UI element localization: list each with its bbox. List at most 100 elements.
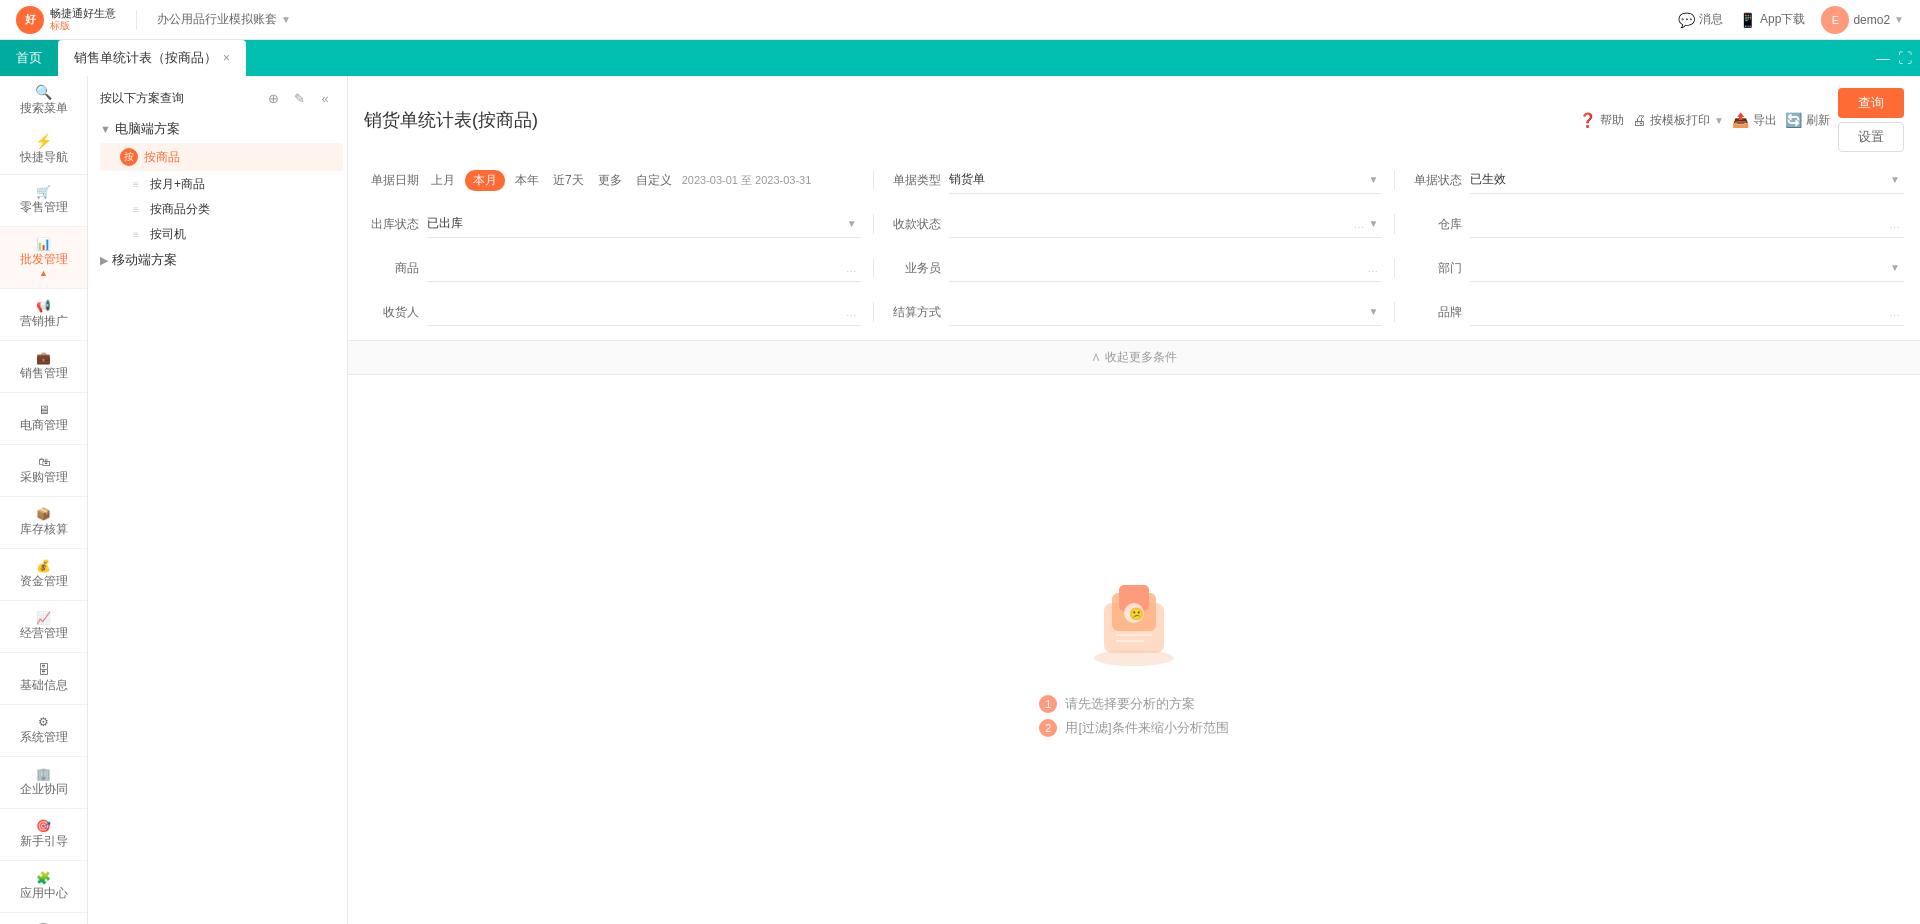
newbie-icon: 🎯 <box>4 819 83 833</box>
settlement-chevron-icon: ▼ <box>1368 306 1378 317</box>
main-layout: 🔍 搜索菜单 ⚡ 快捷导航 🛒 零售管理 📊 批发管理 ▲ 📢 营销推广 💼 销… <box>0 76 1920 924</box>
settings-button[interactable]: 设置 <box>1838 122 1904 152</box>
user-menu[interactable]: E demo2 ▼ <box>1821 6 1904 34</box>
brand-selector[interactable]: … <box>1470 298 1904 326</box>
collapse-conditions-button[interactable]: ∧ 收起更多条件 <box>348 341 1920 375</box>
filter-dept: 部门 ▼ <box>1407 252 1904 284</box>
industry-selector[interactable]: 办公用品行业模拟账套 ▼ <box>157 11 291 28</box>
receipt-selector[interactable]: … ▼ <box>949 210 1383 238</box>
salesman-selector[interactable]: … <box>949 254 1383 282</box>
product-label: 商品 <box>364 260 419 277</box>
sidebar-item-sales[interactable]: 💼 销售管理 <box>0 341 87 393</box>
recipient-more-icon: … <box>846 306 857 318</box>
divider <box>1394 170 1395 190</box>
sidebar-item-ecommerce[interactable]: 🖥 电商管理 <box>0 393 87 445</box>
tab-minimize-icon[interactable]: — <box>1876 50 1890 66</box>
help-icon: ❓ <box>1579 112 1596 128</box>
divider <box>873 302 874 322</box>
top-bar-left: 好 畅捷通好生意 标版 办公用品行业模拟账套 ▼ <box>16 6 291 34</box>
sidebar-item-purchase[interactable]: 🛍 采购管理 <box>0 445 87 497</box>
scheme-by-category[interactable]: ≡ 按商品分类 <box>96 197 347 222</box>
tab-close-icon[interactable]: × <box>223 51 230 65</box>
collapse-panel-button[interactable]: « <box>315 88 335 108</box>
sidebar-item-newbie[interactable]: 🎯 新手引导 <box>0 809 87 861</box>
stock-out-chevron-icon: ▼ <box>847 218 857 229</box>
sidebar-item-retail[interactable]: 🛒 零售管理 <box>0 175 87 227</box>
salesman-more-icon: … <box>1367 262 1378 274</box>
salesman-label: 业务员 <box>886 260 941 277</box>
sidebar-item-apps[interactable]: 🧩 应用中心 <box>0 861 87 913</box>
sidebar-item-wholesale[interactable]: 📊 批发管理 ▲ <box>0 227 87 289</box>
tip-num-1: 1 <box>1039 695 1057 713</box>
date-more[interactable]: 更多 <box>594 170 626 191</box>
stock-out-selector[interactable]: 已出库 ▼ <box>427 210 861 238</box>
date-this-month[interactable]: 本月 <box>465 170 505 191</box>
system-icon: ⚙ <box>4 715 83 729</box>
mobile-scheme-header[interactable]: ▶ 移动端方案 <box>88 247 347 273</box>
sidebar-item-wechat[interactable]: 💬 企业微信 <box>0 913 87 924</box>
scheme-by-month-product[interactable]: ≡ 按月+商品 <box>96 172 347 197</box>
base-icon: 🗄 <box>4 663 83 677</box>
refresh-button[interactable]: 🔄 刷新 <box>1785 112 1830 129</box>
sidebar-item-operations[interactable]: 📈 经营管理 <box>0 601 87 653</box>
operations-icon: 📈 <box>4 611 83 625</box>
sidebar-item-inventory[interactable]: 📦 库存核算 <box>0 497 87 549</box>
finance-icon: 💰 <box>4 559 83 573</box>
date-this-year[interactable]: 本年 <box>511 170 543 191</box>
type-chevron-icon: ▼ <box>1368 174 1378 185</box>
warehouse-selector[interactable]: … <box>1470 210 1904 238</box>
date-last-month[interactable]: 上月 <box>427 170 459 191</box>
page-title: 销货单统计表(按商品) <box>364 108 538 132</box>
sub-icon: ≡ <box>128 202 144 218</box>
product-selector[interactable]: … <box>427 254 861 282</box>
logo-icon: 好 <box>16 6 44 34</box>
sidebar-item-finance[interactable]: 💰 资金管理 <box>0 549 87 601</box>
logo-area: 好 畅捷通好生意 标版 <box>16 6 116 34</box>
message-button[interactable]: 💬 消息 <box>1678 11 1723 28</box>
template-print-button[interactable]: 🖨 按模板打印 ▼ <box>1632 112 1724 129</box>
help-button[interactable]: ❓ 帮助 <box>1579 112 1624 129</box>
sidebar-item-base[interactable]: 🗄 基础信息 <box>0 653 87 705</box>
export-icon: 📤 <box>1732 112 1749 128</box>
export-button[interactable]: 📤 导出 <box>1732 112 1777 129</box>
query-button[interactable]: 查询 <box>1838 88 1904 118</box>
date-custom[interactable]: 自定义 <box>632 170 676 191</box>
doc-type-selector[interactable]: 销货单 ▼ <box>949 166 1383 194</box>
divider <box>873 214 874 234</box>
tab-bar: 首页 销售单统计表（按商品） × — ⛶ <box>0 40 1920 76</box>
plus-icon: ⊕ <box>268 91 279 106</box>
doc-status-selector[interactable]: 已生效 ▼ <box>1470 166 1904 194</box>
edit-scheme-button[interactable]: ✎ <box>289 88 309 108</box>
settlement-selector[interactable]: ▼ <box>949 298 1383 326</box>
ecommerce-icon: 🖥 <box>4 403 83 417</box>
sidebar-item-enterprise[interactable]: 🏢 企业协同 <box>0 757 87 809</box>
settlement-label: 结算方式 <box>886 304 941 321</box>
dept-selector[interactable]: ▼ <box>1470 254 1904 282</box>
date-last7[interactable]: 近7天 <box>549 170 588 191</box>
pc-scheme-header[interactable]: ▼ 电脑端方案 <box>88 116 347 142</box>
sidebar-item-system[interactable]: ⚙ 系统管理 <box>0 705 87 757</box>
receipt-label: 收款状态 <box>886 216 941 233</box>
sidebar-search[interactable]: 🔍 搜索菜单 <box>0 76 87 125</box>
recipient-selector[interactable]: … <box>427 298 861 326</box>
date-range-text: 2023-03-01 至 2023-03-31 <box>682 173 812 188</box>
sidebar-item-marketing[interactable]: 📢 营销推广 <box>0 289 87 341</box>
tab-maximize-icon[interactable]: ⛶ <box>1898 50 1912 66</box>
tab-active[interactable]: 销售单统计表（按商品） × <box>58 40 246 76</box>
sidebar-nav-shortcut[interactable]: ⚡ 快捷导航 <box>0 125 87 175</box>
scheme-by-driver[interactable]: ≡ 按司机 <box>96 222 347 247</box>
scheme-by-product[interactable]: 按 按商品 <box>100 143 343 171</box>
wholesale-icon: 📊 <box>4 237 83 251</box>
print-icon: 🖨 <box>1632 112 1646 128</box>
enterprise-icon: 🏢 <box>4 767 83 781</box>
status-chevron-icon: ▼ <box>1890 174 1900 185</box>
filter-salesman: 业务员 … <box>886 252 1383 284</box>
add-scheme-button[interactable]: ⊕ <box>263 88 283 108</box>
sidebar: 🔍 搜索菜单 ⚡ 快捷导航 🛒 零售管理 📊 批发管理 ▲ 📢 营销推广 💼 销… <box>0 76 88 924</box>
sub-icon: ≡ <box>128 177 144 193</box>
app-download-button[interactable]: 📱 App下载 <box>1739 11 1805 28</box>
marketing-icon: 📢 <box>4 299 83 313</box>
chevron-up-icon: ▲ <box>4 268 83 278</box>
dept-chevron-icon: ▼ <box>1890 262 1900 273</box>
tab-home[interactable]: 首页 <box>0 40 58 76</box>
